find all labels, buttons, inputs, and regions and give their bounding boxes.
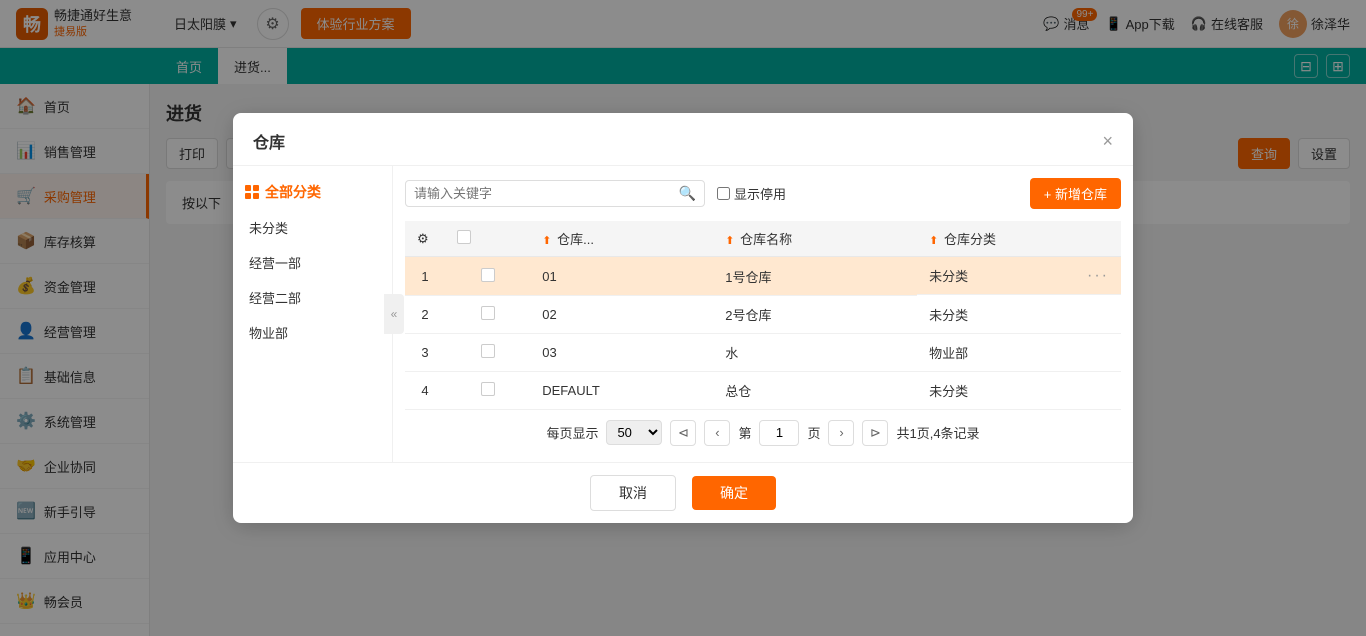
collapse-panel-button[interactable]: «	[384, 294, 404, 334]
row-name: 水	[713, 333, 917, 371]
row-category: 未分类 ···	[917, 257, 1121, 295]
category-item-none-label: 未分类	[249, 221, 288, 236]
row-category: 未分类	[917, 295, 1121, 333]
sort-icon-name: ⬆	[725, 235, 734, 247]
modal-footer: 取消 确定	[233, 462, 1133, 523]
page-prev-button[interactable]: ‹	[704, 420, 730, 446]
page-suffix: 页	[807, 423, 820, 442]
row-checkbox-cell	[445, 371, 530, 409]
row-code: 03	[530, 333, 713, 371]
row-checkbox[interactable]	[481, 306, 495, 320]
row-num: 1	[405, 257, 445, 296]
th-settings: ⚙	[405, 221, 445, 257]
th-category: ⬆ 仓库分类	[917, 221, 1121, 257]
category-all-button[interactable]: 全部分类	[233, 174, 392, 210]
row-code: 02	[530, 295, 713, 333]
row-checkbox-cell	[445, 257, 530, 296]
warehouse-table: ⚙ ⬆ 仓库... ⬆	[405, 221, 1121, 410]
category-panel: 全部分类 未分类 经营一部 经营二部 物业部 «	[233, 166, 393, 462]
table-body: 1 01 1号仓库 未分类 ··· 2 02 2号仓库 未分类 3 03 水 物业…	[405, 257, 1121, 410]
table-panel: 🔍 显示停用 + 新增仓库 ⚙	[393, 166, 1133, 462]
row-checkbox[interactable]	[481, 344, 495, 358]
category-item-property[interactable]: 物业部	[233, 315, 392, 350]
category-item-ops2-label: 经营二部	[249, 291, 301, 306]
page-number-input[interactable]	[759, 420, 799, 446]
page-last-button[interactable]: ⊳	[862, 420, 888, 446]
warehouse-modal: 仓库 × 全部分类 未分类 经营一部 经营二部	[233, 113, 1133, 523]
th-category-label: 仓库分类	[944, 232, 996, 247]
modal-overlay[interactable]: 仓库 × 全部分类 未分类 经营一部 经营二部	[0, 0, 1366, 636]
pagination-bar: 每页显示 50 10 20 100 ⊲ ‹ 第 页 › ⊳ 共1页,4条记录	[405, 410, 1121, 450]
modal-body: 全部分类 未分类 经营一部 经营二部 物业部 «	[233, 166, 1133, 462]
per-page-select[interactable]: 50 10 20 100	[606, 420, 662, 445]
row-checkbox-cell	[445, 333, 530, 371]
table-header-row: ⚙ ⬆ 仓库... ⬆	[405, 221, 1121, 257]
category-value: 未分类	[929, 266, 968, 285]
search-icon: 🔍	[679, 185, 696, 202]
row-code: 01	[530, 257, 713, 296]
row-checkbox[interactable]	[481, 268, 495, 282]
table-toolbar: 🔍 显示停用 + 新增仓库	[405, 178, 1121, 209]
modal-close-button[interactable]: ×	[1102, 132, 1113, 150]
th-name-label: 仓库名称	[740, 232, 792, 247]
row-name: 2号仓库	[713, 295, 917, 333]
row-num: 3	[405, 333, 445, 371]
category-item-ops1-label: 经营一部	[249, 256, 301, 271]
search-input[interactable]	[414, 186, 675, 201]
row-category: 未分类	[917, 371, 1121, 409]
row-name: 总仓	[713, 371, 917, 409]
search-box: 🔍	[405, 180, 705, 207]
confirm-button[interactable]: 确定	[692, 476, 776, 510]
show-disabled-checkbox[interactable]	[717, 187, 730, 200]
category-item-property-label: 物业部	[249, 326, 288, 341]
category-header-label: 全部分类	[265, 182, 321, 202]
show-disabled-label[interactable]: 显示停用	[717, 184, 786, 203]
show-disabled-text: 显示停用	[734, 184, 786, 203]
table-scroll-container: ⚙ ⬆ 仓库... ⬆	[405, 221, 1121, 410]
modal-title: 仓库	[253, 129, 285, 153]
category-item-ops2[interactable]: 经营二部	[233, 280, 392, 315]
row-category: 物业部	[917, 333, 1121, 371]
sort-icon-code: ⬆	[542, 235, 551, 247]
table-row[interactable]: 4 DEFAULT 总仓 未分类	[405, 371, 1121, 409]
total-info: 共1页,4条记录	[896, 423, 979, 442]
row-num: 4	[405, 371, 445, 409]
more-actions-button[interactable]: ···	[1087, 267, 1109, 285]
th-code-label: 仓库...	[557, 232, 594, 247]
sort-icon-category: ⬆	[929, 235, 938, 247]
table-row[interactable]: 2 02 2号仓库 未分类	[405, 295, 1121, 333]
row-num: 2	[405, 295, 445, 333]
row-checkbox-cell	[445, 295, 530, 333]
category-item-none[interactable]: 未分类	[233, 210, 392, 245]
row-checkbox[interactable]	[481, 382, 495, 396]
th-code: ⬆ 仓库...	[530, 221, 713, 257]
cancel-button[interactable]: 取消	[590, 475, 676, 511]
per-page-label: 每页显示	[546, 423, 598, 442]
modal-header: 仓库 ×	[233, 113, 1133, 166]
table-row[interactable]: 3 03 水 物业部	[405, 333, 1121, 371]
table-row[interactable]: 1 01 1号仓库 未分类 ···	[405, 257, 1121, 296]
row-name: 1号仓库	[713, 257, 917, 296]
category-item-ops1[interactable]: 经营一部	[233, 245, 392, 280]
page-label: 第	[738, 423, 751, 442]
new-warehouse-button[interactable]: + 新增仓库	[1030, 178, 1121, 209]
page-first-button[interactable]: ⊲	[670, 420, 696, 446]
gear-icon: ⚙	[417, 231, 429, 246]
select-all-checkbox[interactable]	[457, 230, 471, 244]
page-next-button[interactable]: ›	[828, 420, 854, 446]
th-checkbox	[445, 221, 530, 257]
grid-icon	[245, 185, 259, 199]
th-name: ⬆ 仓库名称	[713, 221, 917, 257]
row-code: DEFAULT	[530, 371, 713, 409]
